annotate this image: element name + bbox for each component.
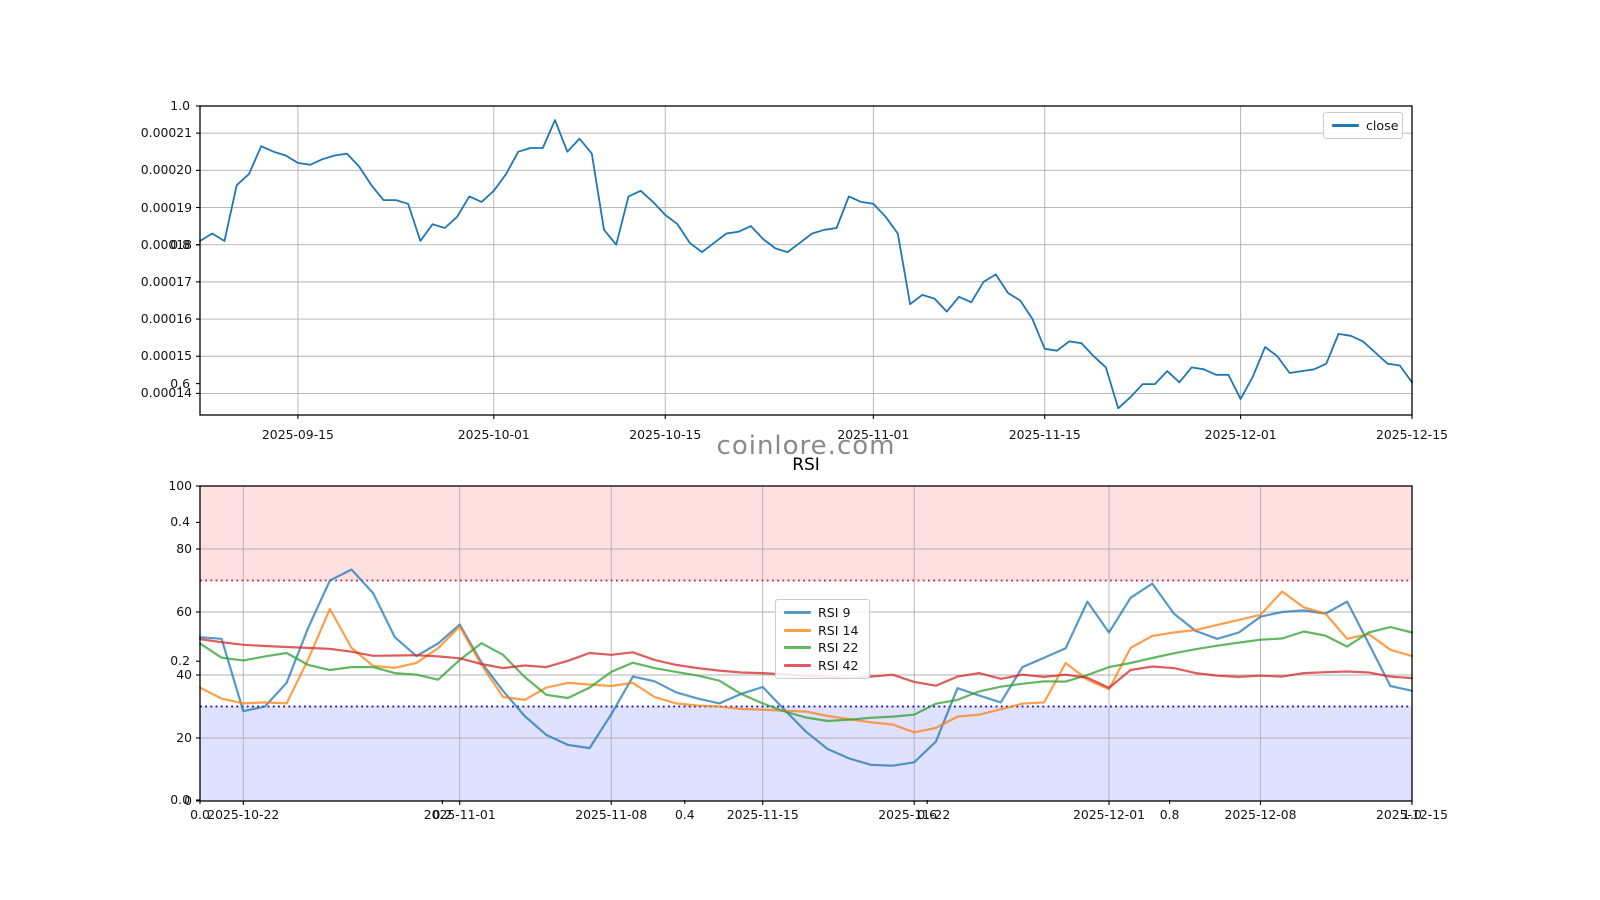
y-tick-label: 100: [168, 478, 192, 493]
chart-figure: 2025-09-15 2025-10-01 2025-10-15 2025-11-01…: [0, 0, 1600, 900]
overlay-y-tick-label: 0.8: [170, 236, 190, 252]
price-legend: close: [1323, 112, 1403, 139]
y-tick-label: 0.00015: [140, 348, 192, 364]
overlay-y-tick-label: 1.0: [170, 98, 190, 113]
legend-label: RSI 9: [818, 605, 851, 621]
plot-border: [199, 105, 1413, 416]
y-tick-label: 0.00017: [140, 273, 192, 289]
legend-line-sample: [784, 611, 811, 615]
legend-label: RSI 22: [818, 640, 859, 656]
y-tick-label: 60: [176, 604, 192, 619]
overlay-y-tick-label: 0.2: [170, 653, 190, 669]
legend-label: RSI 14: [818, 622, 859, 638]
overlay-x-tick-label: 0.8: [1159, 807, 1180, 822]
rsi-chart-title: RSI: [792, 455, 820, 475]
legend-item: RSI 22: [784, 640, 861, 655]
legend-line-sample: [1332, 124, 1359, 127]
close-line: [199, 119, 1413, 410]
legend-item: RSI 14: [784, 623, 861, 638]
overlay-y-tick-label: 0.6: [170, 375, 190, 391]
legend-line-sample: [784, 663, 811, 667]
y-tick-label: 0.00016: [140, 311, 192, 327]
y-tick-label: 80: [176, 541, 192, 556]
overlay-x-tick-label: 0.6: [917, 807, 938, 822]
overlay-y-tick-label: 0.4: [170, 514, 190, 530]
x-tick-label: 2025-12-15: [1375, 427, 1448, 442]
oversold-zone: [200, 706, 1412, 801]
legend-label: RSI 42: [818, 657, 859, 673]
overlay-x-tick-label: 0.2: [432, 807, 453, 822]
overlay-x-tick-label: 0.4: [674, 807, 695, 822]
overlay-x-tick-label: 0.0: [190, 807, 210, 822]
legend-item: close: [1332, 118, 1398, 133]
y-tick-label: 20: [176, 730, 192, 745]
y-tick-label: 0.00020: [140, 162, 192, 178]
y-tick-label: 0.00019: [140, 199, 192, 215]
legend-label: close: [1366, 118, 1399, 133]
legend-item: RSI 42: [784, 658, 861, 673]
y-tick-label: 40: [176, 667, 192, 682]
y-tick-label: 0.00021: [140, 125, 192, 141]
legend-line-sample: [784, 628, 811, 632]
x-tick-label: 2025-10-01: [457, 427, 530, 442]
x-tick-label: 2025-12-01: [1204, 427, 1277, 442]
rsi-legend: RSI 9 RSI 14 RSI 22 RSI 42: [775, 599, 870, 679]
x-tick-label: 2025-10-15: [629, 427, 702, 442]
legend-item: RSI 9: [784, 605, 861, 620]
overlay-x-tick-label: 1.0: [1402, 807, 1422, 822]
overlay-y-tick-label: 0.0: [170, 792, 190, 807]
x-tick-label: 2025-09-15: [261, 427, 334, 442]
overbought-zone: [200, 486, 1412, 581]
x-tick-label: 2025-11-15: [1008, 427, 1081, 442]
legend-line-sample: [784, 646, 811, 650]
